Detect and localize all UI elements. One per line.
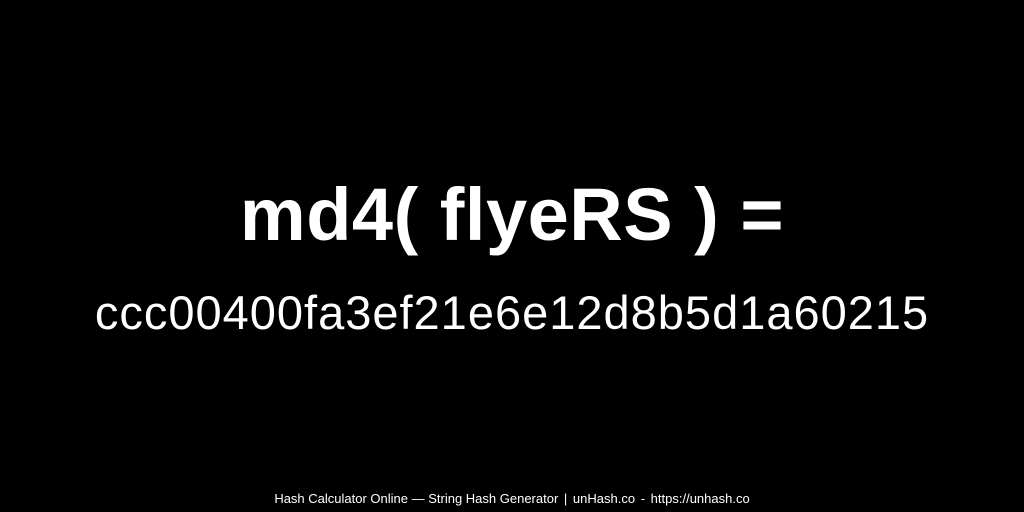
hash-expression: md4( flyeRS ) = <box>240 172 784 257</box>
footer: Hash Calculator Online — String Hash Gen… <box>0 491 1024 506</box>
hash-result: ccc00400fa3ef21e6e12d8b5d1a60215 <box>95 285 929 340</box>
footer-separator: | <box>564 491 567 506</box>
footer-site-name: unHash.co <box>573 491 635 506</box>
footer-description: Hash Calculator Online — String Hash Gen… <box>274 491 558 506</box>
footer-url: https://unhash.co <box>651 491 750 506</box>
footer-separator-dash: - <box>641 491 645 506</box>
main-content: md4( flyeRS ) = ccc00400fa3ef21e6e12d8b5… <box>0 0 1024 512</box>
